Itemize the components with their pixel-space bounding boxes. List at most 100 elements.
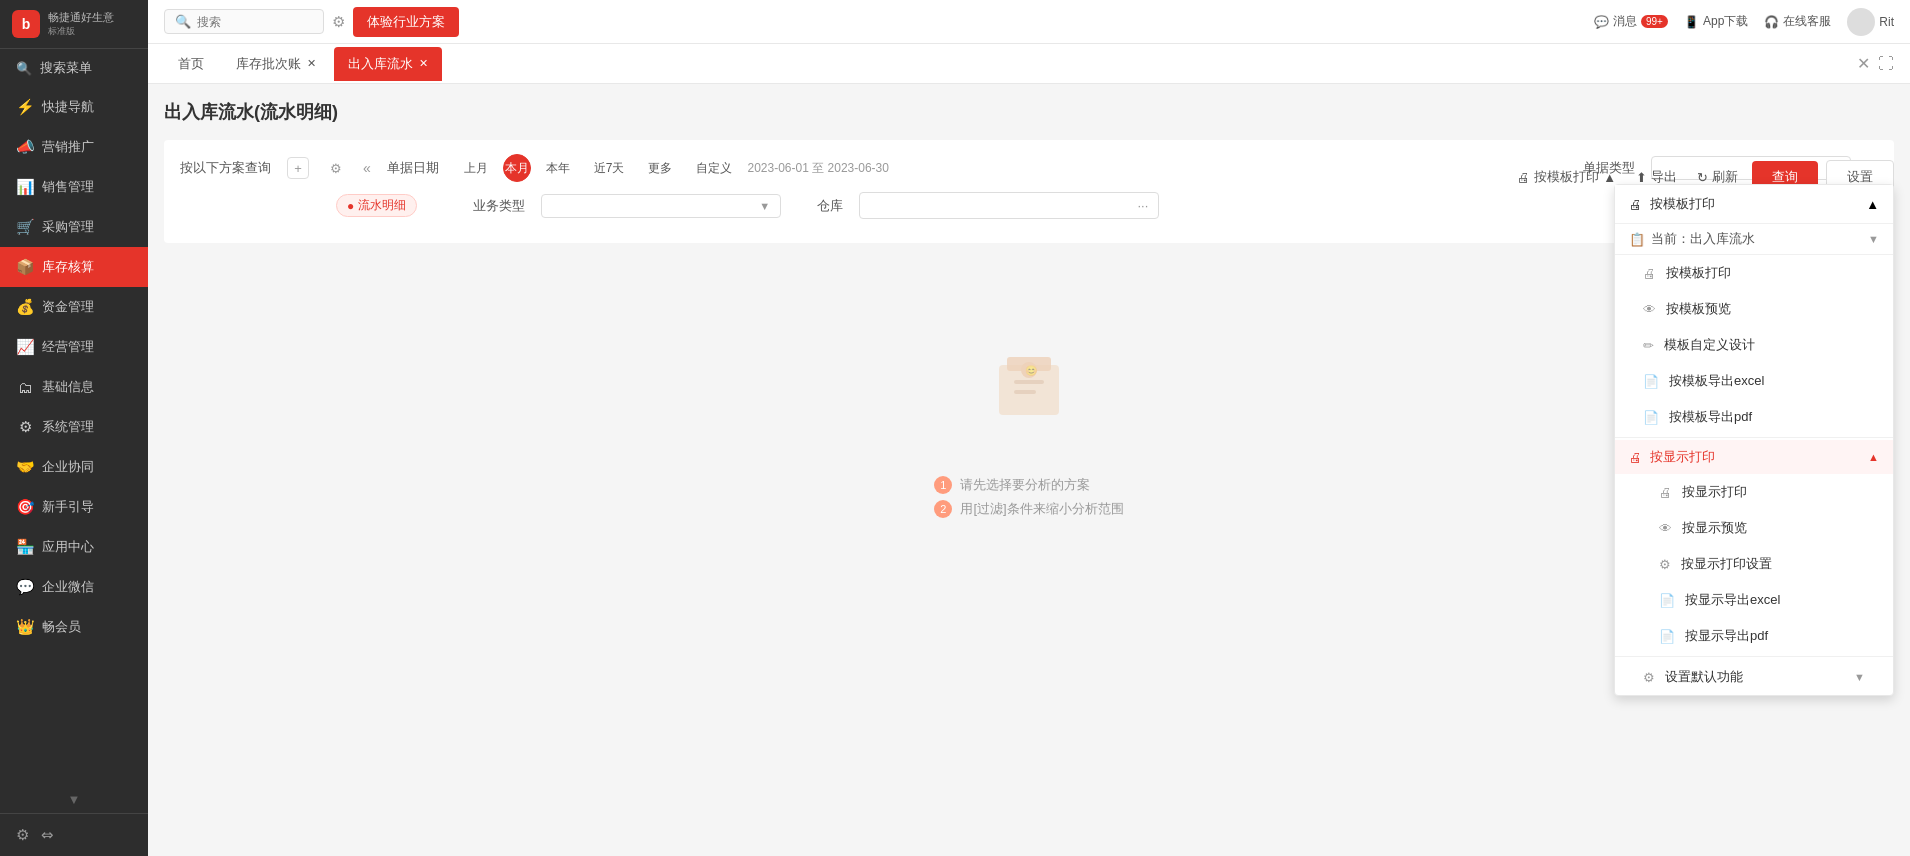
tab-batch-close[interactable]: ✕	[307, 57, 316, 70]
dropdown-title: 按模板打印	[1650, 195, 1715, 213]
logo: b 畅捷通好生意 标准版	[0, 0, 148, 49]
app-download-icon: 📱	[1684, 15, 1699, 29]
user-name: Rit	[1879, 15, 1894, 29]
sidebar-item-label: 系统管理	[42, 418, 94, 436]
date-btn-prev[interactable]: 上月	[455, 156, 497, 181]
dropdown-template-pdf[interactable]: 📄 按模板导出pdf	[1615, 399, 1893, 435]
topbar-search-input[interactable]	[197, 15, 297, 29]
sidebar-item-operations[interactable]: 📈 经营管理	[0, 327, 148, 367]
sidebar-item-label: 基础信息	[42, 378, 94, 396]
topbar: 🔍 ⚙ 体验行业方案 💬 消息 99+ 📱 App下载 🎧 在线客服 R	[148, 0, 1910, 44]
guide-icon: 🎯	[16, 498, 34, 516]
empty-step-2: 2 用[过滤]条件来缩小分析范围	[934, 500, 1123, 518]
warehouse-more-icon: ···	[1137, 198, 1148, 213]
headset-icon: 🎧	[1764, 15, 1779, 29]
sidebar-item-shortcut[interactable]: ⚡ 快捷导航	[0, 87, 148, 127]
sidebar-item-label: 畅会员	[42, 618, 81, 636]
tab-flow-close[interactable]: ✕	[419, 57, 428, 70]
topbar-search-box[interactable]: 🔍	[164, 9, 324, 34]
sidebar-item-appstore[interactable]: 🏪 应用中心	[0, 527, 148, 567]
sidebar-item-system[interactable]: ⚙ 系统管理	[0, 407, 148, 447]
dropdown-template-print[interactable]: 🖨 按模板打印	[1615, 255, 1893, 291]
sidebar-item-member[interactable]: 👑 畅会员	[0, 607, 148, 647]
template-excel-label: 按模板导出excel	[1669, 372, 1764, 390]
dropdown-default-func[interactable]: ⚙ 设置默认功能 ▼	[1615, 659, 1893, 695]
display-excel-label: 按显示导出excel	[1685, 591, 1780, 609]
sidebar-item-finance[interactable]: 💰 资金管理	[0, 287, 148, 327]
dropdown-display-pdf[interactable]: 📄 按显示导出pdf	[1615, 618, 1893, 654]
dropdown-display-excel[interactable]: 📄 按显示导出excel	[1615, 582, 1893, 618]
tab-home[interactable]: 首页	[164, 47, 218, 81]
sidebar-item-inventory[interactable]: 📦 库存核算	[0, 247, 148, 287]
main-area: 🔍 ⚙ 体验行业方案 💬 消息 99+ 📱 App下载 🎧 在线客服 R	[148, 0, 1910, 856]
tab-home-label: 首页	[178, 55, 204, 73]
date-btn-year[interactable]: 本年	[537, 156, 579, 181]
topbar-search-icon: 🔍	[175, 14, 191, 29]
template-print-label: 按模板打印	[1666, 264, 1731, 282]
dropdown-template-excel[interactable]: 📄 按模板导出excel	[1615, 363, 1893, 399]
dropdown-header[interactable]: 🖨 按模板打印 ▲	[1615, 185, 1893, 224]
sidebar-item-basic[interactable]: 🗂 基础信息	[0, 367, 148, 407]
page-content: 出入库流水(流水明细) 🖨 按模板打印 ▲ ⬆ 导出 ↻ 刷新 查询 设置 按以…	[148, 84, 1910, 856]
sidebar-item-label: 新手引导	[42, 498, 94, 516]
template-pdf-label: 按模板导出pdf	[1669, 408, 1752, 426]
sidebar-scroll-down[interactable]: ▼	[0, 786, 148, 813]
dropdown-template-preview[interactable]: 👁 按模板预览	[1615, 291, 1893, 327]
sidebar-item-label: 库存核算	[42, 258, 94, 276]
online-service-btn[interactable]: 🎧 在线客服	[1764, 13, 1831, 30]
display-pdf-icon: 📄	[1659, 629, 1675, 644]
sidebar-item-label: 采购管理	[42, 218, 94, 236]
current-template-label: 当前：出入库流水	[1651, 230, 1755, 248]
date-btn-custom[interactable]: 自定义	[687, 156, 741, 181]
sidebar-item-marketing[interactable]: 📣 营销推广	[0, 127, 148, 167]
filter-tag-icon: ●	[347, 199, 354, 213]
warehouse-select[interactable]: ···	[859, 192, 1159, 219]
sidebar-item-guide[interactable]: 🎯 新手引导	[0, 487, 148, 527]
try-industry-btn[interactable]: 体验行业方案	[353, 7, 459, 37]
sidebar-item-wechat[interactable]: 💬 企业微信	[0, 567, 148, 607]
basic-icon: 🗂	[16, 379, 34, 396]
close-all-btn[interactable]: ✕	[1857, 54, 1870, 73]
display-print-section-header[interactable]: 🖨 按显示打印 ▲	[1615, 440, 1893, 474]
sidebar-settings-btn[interactable]: ⚙	[16, 826, 29, 844]
sidebar-expand-btn[interactable]: ⇔	[41, 826, 54, 844]
app-download-label: App下载	[1703, 13, 1748, 30]
date-btn-current[interactable]: 本月	[503, 154, 531, 182]
filter-add-btn[interactable]: +	[287, 157, 309, 179]
member-icon: 👑	[16, 618, 34, 636]
filter-collapse-btn[interactable]: «	[363, 160, 371, 176]
filter-settings-btn[interactable]: ⚙	[325, 157, 347, 179]
search-icon: 🔍	[16, 61, 32, 76]
date-btn-7days[interactable]: 近7天	[585, 156, 634, 181]
dropdown-display-settings[interactable]: ⚙ 按显示打印设置	[1615, 546, 1893, 582]
date-btn-more[interactable]: 更多	[639, 156, 681, 181]
template-icon: 📋	[1629, 232, 1645, 247]
business-type-select[interactable]: ▼	[541, 194, 781, 218]
sidebar-item-enterprise[interactable]: 🤝 企业协同	[0, 447, 148, 487]
tab-flow[interactable]: 出入库流水 ✕	[334, 47, 442, 81]
print-template-btn[interactable]: 🖨 按模板打印 ▲	[1511, 164, 1622, 190]
user-avatar[interactable]: Rit	[1847, 8, 1894, 36]
active-filter-tag[interactable]: ● 流水明细	[336, 194, 417, 217]
topbar-left: 🔍 ⚙ 体验行业方案	[164, 7, 1582, 37]
sidebar-item-search[interactable]: 🔍 搜索菜单	[0, 49, 148, 87]
logo-badge: 标准版	[48, 25, 114, 38]
tab-batch[interactable]: 库存批次账 ✕	[222, 47, 330, 81]
print-label: 按模板打印	[1534, 168, 1599, 186]
sidebar-item-purchase[interactable]: 🛒 采购管理	[0, 207, 148, 247]
inventory-icon: 📦	[16, 258, 34, 276]
filter-label: 按以下方案查询	[180, 159, 271, 177]
sidebar-item-sales[interactable]: 📊 销售管理	[0, 167, 148, 207]
dropdown-divider	[1615, 437, 1893, 438]
message-btn[interactable]: 💬 消息 99+	[1594, 13, 1668, 30]
dropdown-display-preview[interactable]: 👁 按显示预览	[1615, 510, 1893, 546]
sidebar-item-label: 企业微信	[42, 578, 94, 596]
dropdown-display-print[interactable]: 🖨 按显示打印	[1615, 474, 1893, 510]
app-download-btn[interactable]: 📱 App下载	[1684, 13, 1748, 30]
dropdown-template-custom[interactable]: ✏ 模板自定义设计	[1615, 327, 1893, 363]
maximize-btn[interactable]: ⛶	[1878, 55, 1894, 73]
message-label: 消息	[1613, 13, 1637, 30]
sidebar: b 畅捷通好生意 标准版 🔍 搜索菜单 ⚡ 快捷导航 📣 营销推广 📊 销售管理…	[0, 0, 148, 856]
topbar-gear-icon[interactable]: ⚙	[332, 13, 345, 31]
tab-flow-label: 出入库流水	[348, 55, 413, 73]
